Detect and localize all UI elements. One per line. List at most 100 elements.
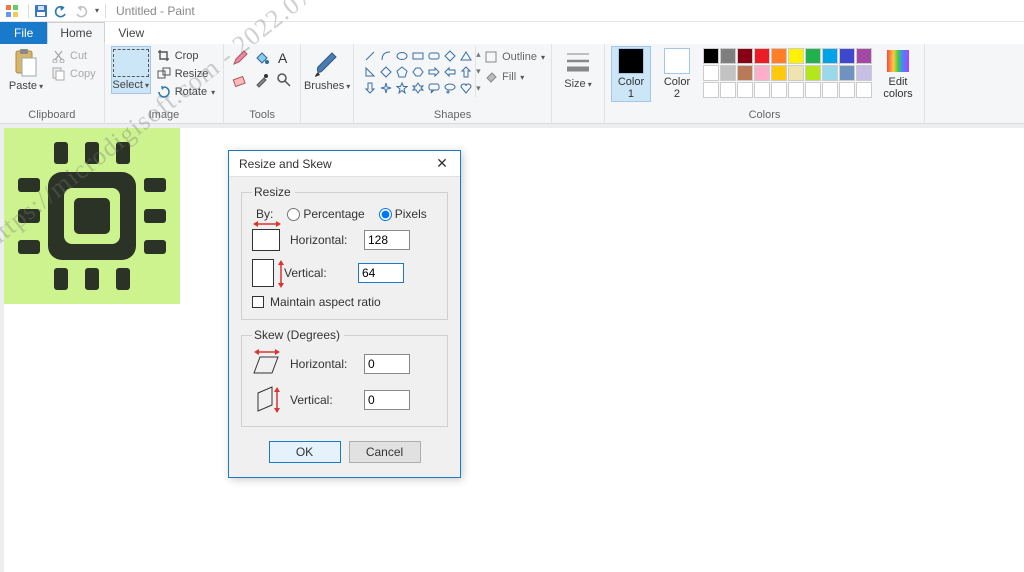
crop-button[interactable]: Crop: [155, 48, 217, 64]
color1-button[interactable]: Color 1: [611, 46, 651, 102]
save-icon[interactable]: [33, 3, 49, 19]
color-swatch[interactable]: [839, 48, 855, 64]
color-swatch[interactable]: [720, 48, 736, 64]
pixels-radio[interactable]: Pixels: [379, 207, 427, 221]
color-swatch[interactable]: [822, 48, 838, 64]
cut-button[interactable]: Cut: [50, 48, 98, 64]
paste-button[interactable]: Paste▾: [6, 46, 46, 92]
color-swatch[interactable]: [754, 48, 770, 64]
color-swatch[interactable]: [771, 48, 787, 64]
color-swatch[interactable]: [771, 65, 787, 81]
color-swatch[interactable]: [737, 65, 753, 81]
shape-4star-icon[interactable]: [378, 80, 393, 95]
shape-arrow-l-icon[interactable]: [442, 64, 457, 79]
picker-tool[interactable]: [252, 70, 272, 90]
percentage-radio[interactable]: Percentage: [287, 207, 364, 221]
color-swatch[interactable]: [703, 48, 719, 64]
color-swatch[interactable]: [839, 65, 855, 81]
shapes-grid[interactable]: [360, 46, 475, 97]
checkbox-icon[interactable]: [252, 296, 264, 308]
color-swatch[interactable]: [754, 65, 770, 81]
rotate-button[interactable]: Rotate▾: [155, 84, 217, 100]
shape-diamond-icon[interactable]: [378, 64, 393, 79]
canvas-content[interactable]: [4, 128, 180, 304]
shape-roundrect-icon[interactable]: [426, 48, 441, 63]
shape-arrow-u-icon[interactable]: [458, 64, 473, 79]
shape-arrow-r-icon[interactable]: [426, 64, 441, 79]
color-swatch[interactable]: [856, 82, 872, 98]
skew-horizontal-input[interactable]: [364, 354, 410, 374]
color-swatch[interactable]: [737, 82, 753, 98]
shape-callout-icon[interactable]: [426, 80, 441, 95]
shapes-scroll-up-icon[interactable]: ▴: [476, 46, 481, 63]
tab-file[interactable]: File: [0, 22, 47, 44]
color-swatch[interactable]: [703, 65, 719, 81]
pencil-tool[interactable]: [230, 48, 250, 68]
color-swatch[interactable]: [788, 82, 804, 98]
color-swatch[interactable]: [822, 65, 838, 81]
color2-button[interactable]: Color 2: [657, 46, 697, 100]
brushes-button[interactable]: Brushes▾: [307, 46, 347, 92]
color-swatch[interactable]: [703, 82, 719, 98]
undo-icon[interactable]: [53, 3, 69, 19]
pixels-radio-input[interactable]: [379, 208, 392, 221]
shapes-scroll-down-icon[interactable]: ▾: [476, 63, 481, 80]
color-swatch[interactable]: [754, 82, 770, 98]
shape-line-icon[interactable]: [362, 48, 377, 63]
shape-pentagon-icon[interactable]: [394, 64, 409, 79]
resize-horizontal-input[interactable]: [364, 230, 410, 250]
color-swatch[interactable]: [822, 82, 838, 98]
shape-callout2-icon[interactable]: [442, 80, 457, 95]
color-swatch[interactable]: [856, 65, 872, 81]
select-button[interactable]: Select▾: [111, 46, 151, 94]
color-swatch[interactable]: [788, 48, 804, 64]
shape-rect-icon[interactable]: [410, 48, 425, 63]
color-swatch[interactable]: [720, 65, 736, 81]
fill-button[interactable]: Fill▾: [484, 70, 545, 84]
qat-dropdown-icon[interactable]: ▾: [95, 6, 99, 15]
shape-6star-icon[interactable]: [410, 80, 425, 95]
cancel-button[interactable]: Cancel: [349, 441, 421, 463]
color-swatch[interactable]: [839, 82, 855, 98]
redo-icon[interactable]: [73, 3, 89, 19]
color-swatch[interactable]: [856, 48, 872, 64]
color-swatch[interactable]: [720, 82, 736, 98]
size-button[interactable]: Size▾: [558, 46, 598, 90]
shapes-gallery[interactable]: ▴ ▾ ▾: [360, 46, 480, 97]
tab-view[interactable]: View: [105, 22, 157, 44]
shape-arrow-d-icon[interactable]: [362, 80, 377, 95]
color-swatch[interactable]: [805, 48, 821, 64]
tab-home[interactable]: Home: [47, 22, 105, 44]
canvas-area[interactable]: [0, 124, 1024, 572]
shape-rtriangle-icon[interactable]: [362, 64, 377, 79]
color-swatch[interactable]: [805, 65, 821, 81]
shape-heart-icon[interactable]: [458, 80, 473, 95]
percentage-radio-input[interactable]: [287, 208, 300, 221]
resize-vertical-input[interactable]: [358, 263, 404, 283]
copy-button[interactable]: Copy: [50, 66, 98, 82]
aspect-ratio-checkbox[interactable]: Maintain aspect ratio: [252, 295, 437, 309]
shape-polygon-icon[interactable]: [442, 48, 457, 63]
color-swatch[interactable]: [737, 48, 753, 64]
color-swatch[interactable]: [805, 82, 821, 98]
shape-triangle-icon[interactable]: [458, 48, 473, 63]
outline-button[interactable]: Outline▾: [484, 50, 545, 64]
color-palette[interactable]: [703, 46, 872, 98]
text-tool[interactable]: A: [274, 48, 294, 68]
shape-hexagon-icon[interactable]: [410, 64, 425, 79]
color-swatch[interactable]: [771, 82, 787, 98]
fill-tool[interactable]: [252, 48, 272, 68]
ok-button[interactable]: OK: [269, 441, 341, 463]
skew-vertical-input[interactable]: [364, 390, 410, 410]
resize-button[interactable]: Resize: [155, 66, 217, 82]
shape-oval-icon[interactable]: [394, 48, 409, 63]
shape-5star-icon[interactable]: [394, 80, 409, 95]
zoom-tool[interactable]: [274, 70, 294, 90]
close-icon[interactable]: ✕: [430, 154, 454, 174]
edit-colors-button[interactable]: Edit colors: [878, 46, 918, 100]
shapes-expand-icon[interactable]: ▾: [476, 80, 481, 97]
eraser-tool[interactable]: [230, 70, 250, 90]
shape-curve-icon[interactable]: [378, 48, 393, 63]
color-swatch[interactable]: [788, 65, 804, 81]
dialog-titlebar[interactable]: Resize and Skew ✕: [229, 151, 460, 177]
